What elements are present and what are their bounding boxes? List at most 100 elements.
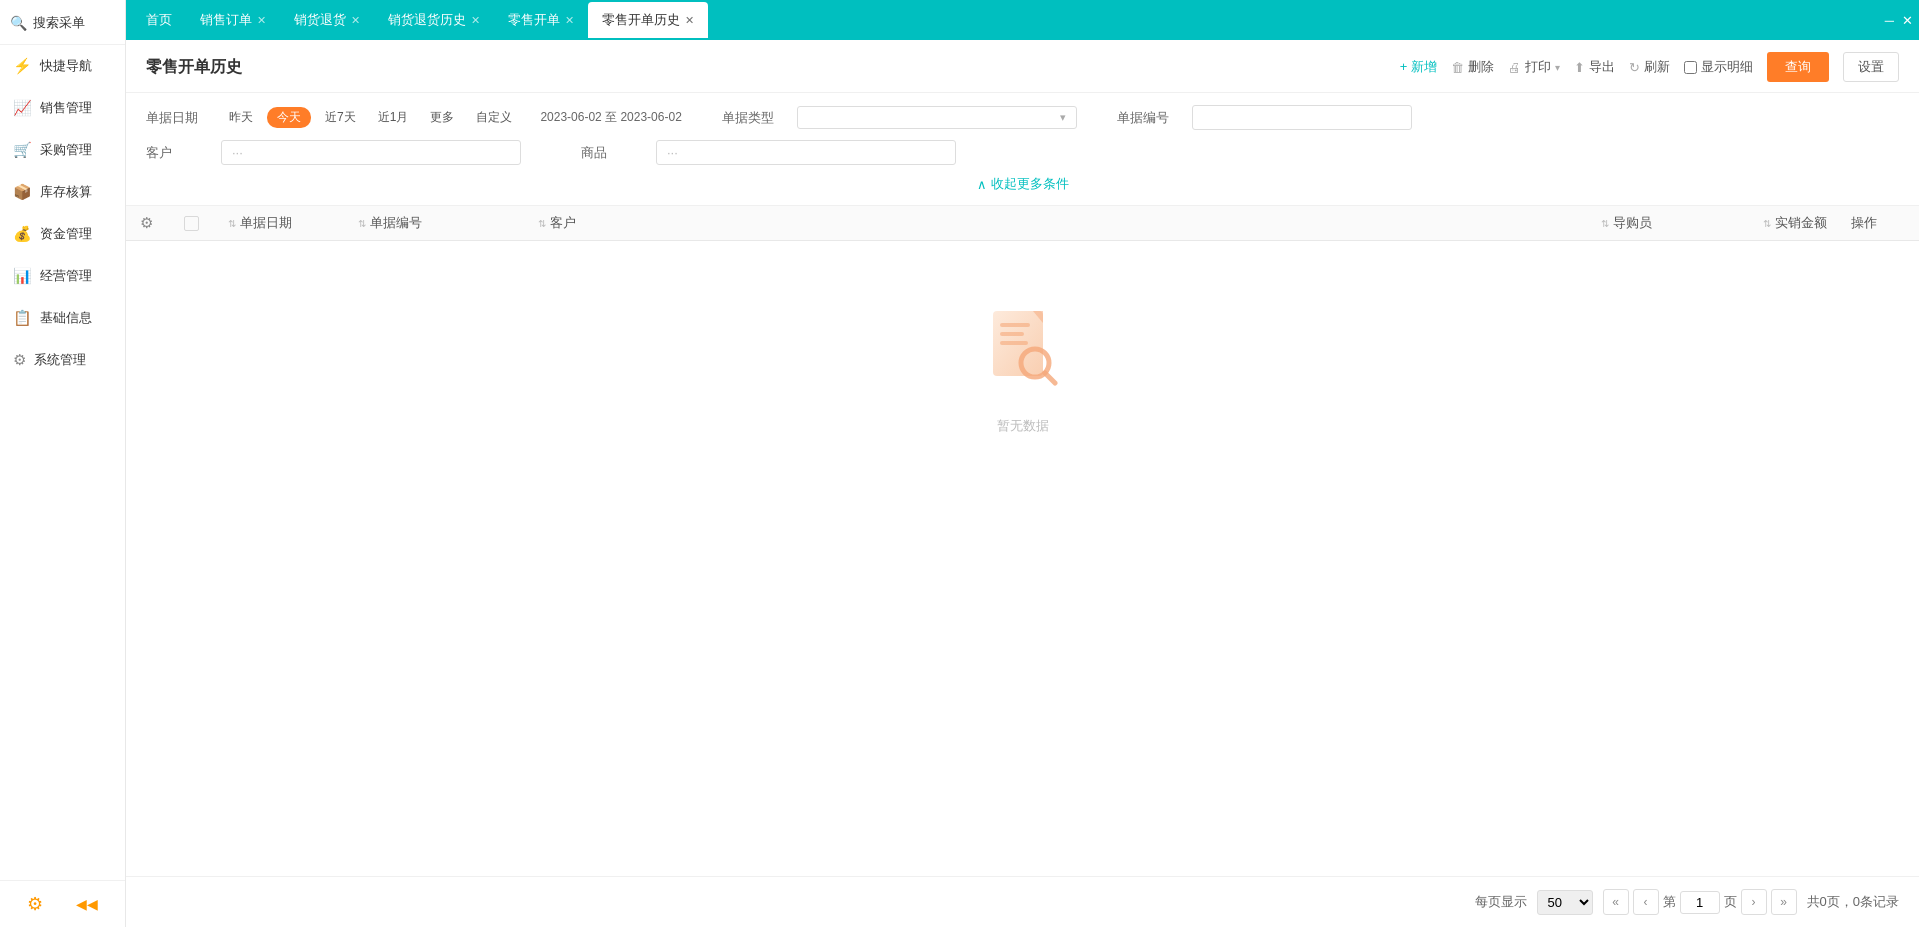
purchase-icon: 🛒 [13, 141, 32, 159]
delete-button[interactable]: 🗑 删除 [1451, 58, 1494, 76]
minimize-icon[interactable]: ─ [1885, 13, 1894, 28]
settings-bottom-icon[interactable]: ⚙ [27, 893, 43, 915]
th-number-sort-icon[interactable]: ⇅ [358, 218, 366, 229]
th-amount-sort-icon[interactable]: ⇅ [1763, 218, 1771, 229]
table-area: ⚙ ⇅ 单据日期 ⇅ 单据编号 ⇅ 客户 ⇅ [126, 206, 1919, 876]
th-guide-sort-icon[interactable]: ⇅ [1601, 218, 1609, 229]
tab-sales-order[interactable]: 销售订单 ✕ [186, 2, 280, 38]
svg-line-5 [1045, 373, 1055, 383]
filter-row-2: 客户 ··· 商品 ··· [146, 140, 1899, 165]
th-date-sort-icon[interactable]: ⇅ [228, 218, 236, 229]
search-icon: 🔍 [10, 15, 27, 31]
export-icon: ⬆ [1574, 60, 1585, 75]
th-amount: ⇅ 实销金额 [1709, 214, 1839, 232]
tab-sales-return-history-close[interactable]: ✕ [471, 14, 480, 27]
tab-retail-history[interactable]: 零售开单历史 ✕ [588, 2, 708, 38]
basic-info-icon: 📋 [13, 309, 32, 327]
add-label: + 新增 [1400, 58, 1437, 76]
display-detail-checkbox[interactable] [1684, 61, 1697, 74]
sidebar-item-sys-mgmt[interactable]: ⚙ 系统管理 [0, 339, 125, 381]
page-nav: « ‹ 第 1 页 › » [1603, 889, 1797, 915]
display-detail-button[interactable]: 显示明细 [1684, 58, 1753, 76]
setting-button[interactable]: 设置 [1843, 52, 1899, 82]
date-btn-1month[interactable]: 近1月 [370, 107, 417, 128]
export-label: 导出 [1589, 58, 1615, 76]
collapse-icon: ∧ [977, 177, 987, 192]
close-window-icon[interactable]: ✕ [1902, 13, 1913, 28]
sidebar-item-finance[interactable]: 💰 资金管理 [0, 213, 125, 255]
display-detail-label: 显示明细 [1701, 58, 1753, 76]
tab-sales-order-close[interactable]: ✕ [257, 14, 266, 27]
quick-nav-icon: ⚡ [13, 57, 32, 75]
th-checkbox[interactable] [166, 216, 216, 231]
delete-label: 删除 [1468, 58, 1494, 76]
sidebar-item-label: 系统管理 [34, 351, 86, 369]
th-customer-label: 客户 [550, 214, 576, 232]
sidebar-item-quick-nav[interactable]: ⚡ 快捷导航 [0, 45, 125, 87]
sidebar-item-purchase-mgmt[interactable]: 🛒 采购管理 [0, 129, 125, 171]
th-customer-sort-icon[interactable]: ⇅ [538, 218, 546, 229]
th-amount-label: 实销金额 [1775, 214, 1827, 232]
order-type-label: 单据类型 [722, 109, 777, 127]
export-button[interactable]: ⬆ 导出 [1574, 58, 1615, 76]
page-suffix: 页 [1724, 893, 1737, 911]
sidebar-item-basic-info[interactable]: 📋 基础信息 [0, 297, 125, 339]
sidebar-item-sales-mgmt[interactable]: 📈 销售管理 [0, 87, 125, 129]
sys-icon: ⚙ [13, 351, 26, 369]
print-icon: 🖨 [1508, 60, 1521, 75]
tab-retail-history-close[interactable]: ✕ [685, 14, 694, 27]
empty-illustration [973, 301, 1073, 401]
select-all-checkbox[interactable] [184, 216, 199, 231]
print-button[interactable]: 🖨 打印 ▾ [1508, 58, 1560, 76]
prev-page-button[interactable]: ‹ [1633, 889, 1659, 915]
goods-label: 商品 [581, 144, 636, 162]
sidebar-search[interactable]: 🔍 搜索采单 [0, 0, 125, 45]
order-type-select[interactable]: ▾ [797, 106, 1077, 129]
filter-collapse-btn[interactable]: ∧ 收起更多条件 [146, 175, 1899, 193]
order-number-input[interactable] [1192, 105, 1412, 130]
goods-select[interactable]: ··· [656, 140, 956, 165]
refresh-icon: ↻ [1629, 60, 1640, 75]
goods-placeholder: ··· [667, 145, 678, 160]
date-btn-more[interactable]: 更多 [422, 107, 462, 128]
date-btn-7days[interactable]: 近7天 [317, 107, 364, 128]
filter-row-1: 单据日期 昨天 今天 近7天 近1月 更多 自定义 2023-06-02 至 2… [146, 105, 1899, 130]
sidebar-item-label: 库存核算 [40, 183, 92, 201]
empty-text: 暂无数据 [997, 417, 1049, 435]
tab-sales-return-close[interactable]: ✕ [351, 14, 360, 27]
tab-home[interactable]: 首页 [132, 2, 186, 38]
date-btn-custom[interactable]: 自定义 [468, 107, 520, 128]
toolbar: + 新增 🗑 删除 🖨 打印 ▾ ⬆ 导出 ↻ 刷新 [1400, 52, 1899, 82]
th-date-label: 单据日期 [240, 214, 292, 232]
tab-sales-return-history[interactable]: 销货退货历史 ✕ [374, 2, 494, 38]
th-settings[interactable]: ⚙ [126, 214, 166, 232]
tab-retail-open-close[interactable]: ✕ [565, 14, 574, 27]
next-page-button[interactable]: › [1741, 889, 1767, 915]
date-btn-today[interactable]: 今天 [267, 107, 311, 128]
query-button[interactable]: 查询 [1767, 52, 1829, 82]
add-button[interactable]: + 新增 [1400, 58, 1437, 76]
collapse-sidebar-icon[interactable]: ◀◀ [76, 896, 98, 912]
tab-retail-open[interactable]: 零售开单 ✕ [494, 2, 588, 38]
date-filter-label: 单据日期 [146, 109, 201, 127]
page-label: 第 [1663, 893, 1676, 911]
per-page-select[interactable]: 50 100 200 [1537, 890, 1593, 915]
sidebar-item-inventory[interactable]: 📦 库存核算 [0, 171, 125, 213]
tab-sales-return[interactable]: 销货退货 ✕ [280, 2, 374, 38]
sidebar-item-business[interactable]: 📊 经营管理 [0, 255, 125, 297]
sidebar-item-label: 经营管理 [40, 267, 92, 285]
refresh-button[interactable]: ↻ 刷新 [1629, 58, 1670, 76]
business-icon: 📊 [13, 267, 32, 285]
customer-select[interactable]: ··· [221, 140, 521, 165]
finance-icon: 💰 [13, 225, 32, 243]
svg-rect-2 [1000, 332, 1024, 336]
table-settings-icon[interactable]: ⚙ [140, 214, 153, 232]
first-page-button[interactable]: « [1603, 889, 1629, 915]
per-page-label: 每页显示 [1475, 893, 1527, 911]
th-action: 操作 [1839, 214, 1919, 232]
customer-label: 客户 [146, 144, 201, 162]
page-input[interactable]: 1 [1680, 891, 1720, 914]
date-btn-yesterday[interactable]: 昨天 [221, 107, 261, 128]
last-page-button[interactable]: » [1771, 889, 1797, 915]
svg-rect-1 [1000, 323, 1030, 327]
